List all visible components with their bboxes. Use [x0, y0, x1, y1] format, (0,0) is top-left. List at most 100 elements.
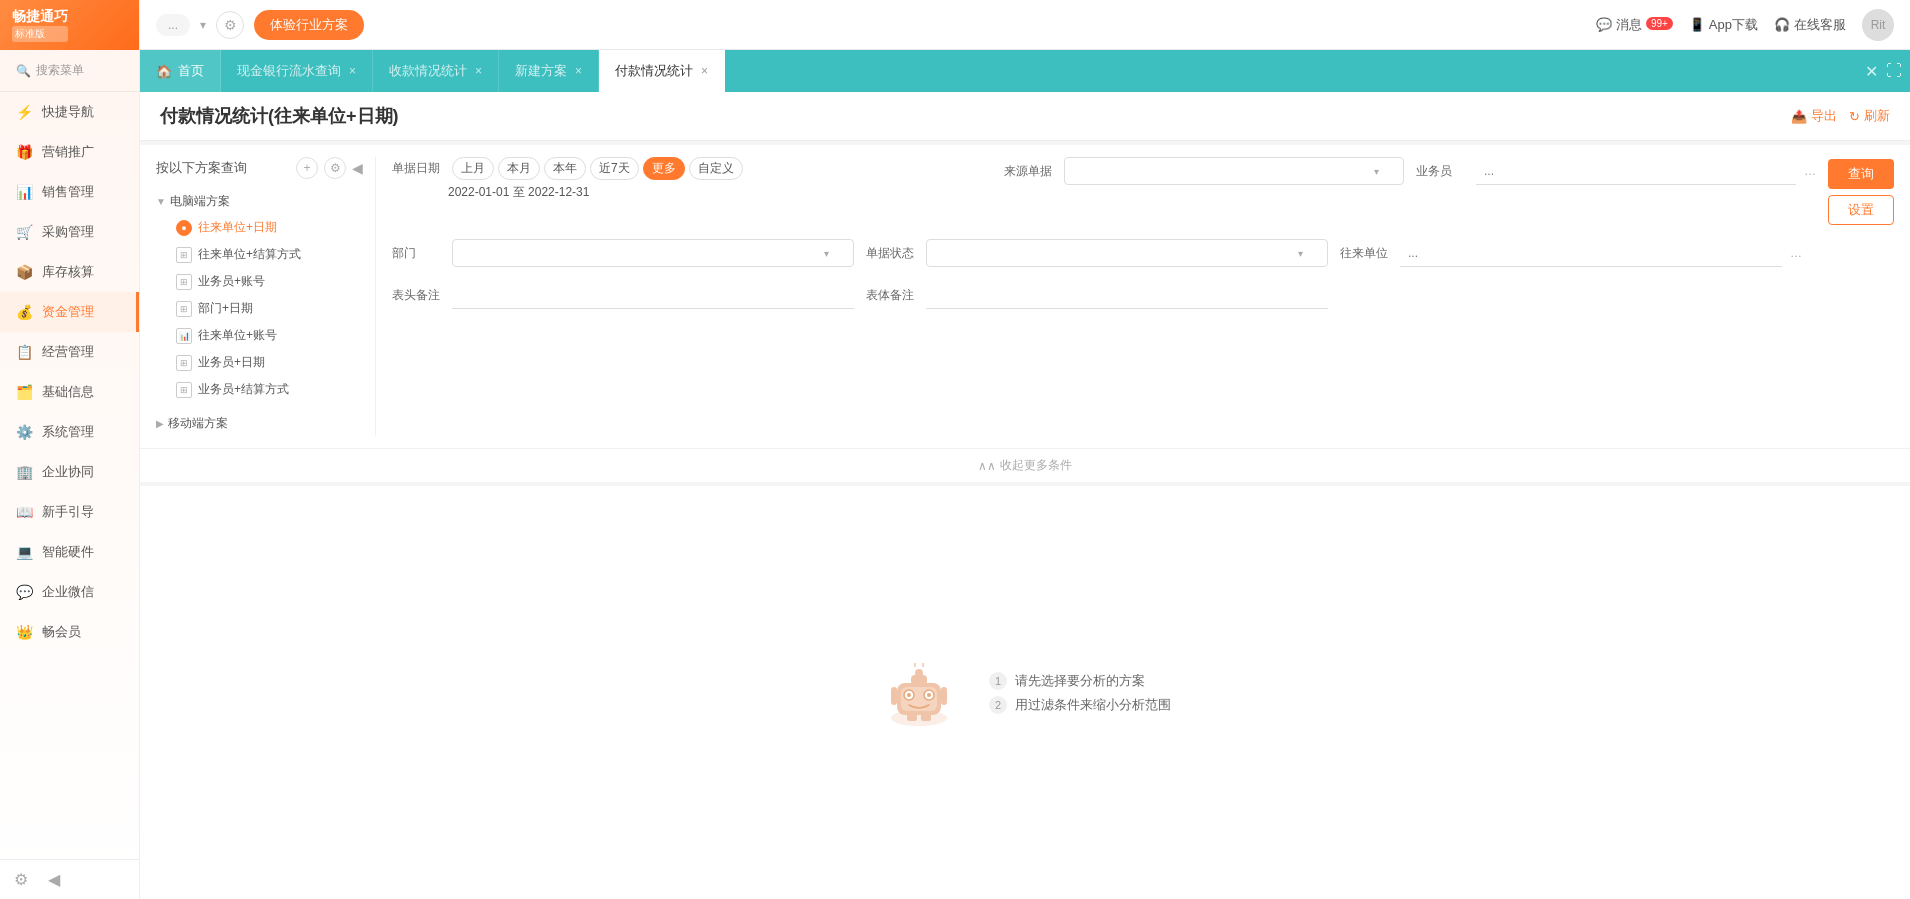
- sidebar-item-hardware[interactable]: 💻 智能硬件: [0, 532, 139, 572]
- scheme-staff-settle[interactable]: ⊞ 业务员+结算方式: [156, 376, 363, 403]
- sidebar-item-sales[interactable]: 📊 销售管理: [0, 172, 139, 212]
- staff-input[interactable]: [1476, 157, 1796, 185]
- sidebar-item-enterprise[interactable]: 🏢 企业协同: [0, 452, 139, 492]
- footer-collapse-btn[interactable]: ◀: [48, 870, 60, 889]
- tab-payment[interactable]: 付款情况统计 ×: [599, 50, 725, 92]
- header-note-input[interactable]: [452, 281, 854, 309]
- tab-new-close[interactable]: ×: [575, 64, 582, 78]
- scheme-partner-account[interactable]: 📊 往来单位+账号: [156, 322, 363, 349]
- query-btn[interactable]: 查询: [1828, 159, 1894, 189]
- sidebar-item-member[interactable]: 👑 畅会员: [0, 612, 139, 652]
- search-menu-btn[interactable]: 🔍 搜索菜单: [10, 58, 129, 83]
- sales-icon: 📊: [14, 182, 34, 202]
- basic-icon: 🗂️: [14, 382, 34, 402]
- scheme-partner-settle[interactable]: ⊞ 往来单位+结算方式: [156, 241, 363, 268]
- body-note-input[interactable]: [926, 281, 1328, 309]
- tab-receipt-close[interactable]: ×: [475, 64, 482, 78]
- refresh-icon: ↻: [1849, 109, 1860, 124]
- topbar: ... ▾ ⚙ 体验行业方案 💬 消息 99+ 📱 App下载 🎧 在线客服 R…: [140, 0, 1910, 50]
- desktop-group-header[interactable]: ▼ 电脑端方案: [156, 189, 363, 214]
- sidebar: 畅捷通巧 标准版 🔍 搜索菜单 ⚡ 快捷导航 🎁 营销推广 📊 销售管理 🛒 采…: [0, 0, 140, 899]
- sidebar-item-basic[interactable]: 🗂️ 基础信息: [0, 372, 139, 412]
- sidebar-item-quicknav[interactable]: ⚡ 快捷导航: [0, 92, 139, 132]
- scheme-staff-settle-icon: ⊞: [176, 382, 192, 398]
- sidebar-nav: ⚡ 快捷导航 🎁 营销推广 📊 销售管理 🛒 采购管理 📦 库存核算 💰 资金管…: [0, 92, 139, 859]
- sidebar-item-guide[interactable]: 📖 新手引导: [0, 492, 139, 532]
- message-btn[interactable]: 💬 消息 99+: [1596, 16, 1673, 34]
- doc-status-select[interactable]: ▾: [926, 239, 1328, 267]
- tab-home[interactable]: 🏠 首页: [140, 50, 221, 92]
- sidebar-collapse-btn[interactable]: ◀: [352, 160, 363, 176]
- sidebar-item-wechat[interactable]: 💬 企业微信: [0, 572, 139, 612]
- sidebar-item-operation-label: 经营管理: [42, 343, 94, 361]
- logo: 畅捷通巧 标准版: [12, 8, 68, 43]
- filter-settings-btn[interactable]: 设置: [1828, 195, 1894, 225]
- staff-more-icon[interactable]: …: [1804, 164, 1816, 178]
- sidebar-item-enterprise-label: 企业协同: [42, 463, 94, 481]
- message-icon: 💬: [1596, 17, 1612, 32]
- message-badge: 99+: [1646, 17, 1673, 30]
- partner-more-icon[interactable]: …: [1790, 246, 1802, 260]
- tab-home-label: 首页: [178, 62, 204, 80]
- mobile-scheme-group-header[interactable]: ▶ 移动端方案: [156, 411, 363, 436]
- date-more-btn[interactable]: 更多: [643, 157, 685, 180]
- dept-select[interactable]: ▾: [452, 239, 854, 267]
- scheme-partner-date[interactable]: ● 往来单位+日期: [156, 214, 363, 241]
- sidebar-item-guide-label: 新手引导: [42, 503, 94, 521]
- scheme-staff-account[interactable]: ⊞ 业务员+账号: [156, 268, 363, 295]
- scheme-partner-settle-label: 往来单位+结算方式: [198, 246, 301, 263]
- date-custom-btn[interactable]: 自定义: [689, 157, 743, 180]
- collapse-bar[interactable]: ∧∧ 收起更多条件: [140, 448, 1910, 482]
- tab-bank-close[interactable]: ×: [349, 64, 356, 78]
- scheme-partner-date-icon: ●: [176, 220, 192, 236]
- body-note-label: 表体备注: [866, 287, 918, 304]
- partner-input[interactable]: [1400, 239, 1782, 267]
- source-select[interactable]: ▾: [1064, 157, 1404, 185]
- source-label: 来源单据: [1004, 163, 1056, 180]
- tab-payment-close[interactable]: ×: [701, 64, 708, 78]
- member-icon: 👑: [14, 622, 34, 642]
- mobile-group-label: 移动端方案: [168, 415, 228, 432]
- sidebar-item-capital[interactable]: 💰 资金管理: [0, 292, 139, 332]
- scheme-partner-settle-icon: ⊞: [176, 247, 192, 263]
- filter-panel: 按以下方案查询 + ⚙ ◀ ▼ 电脑端方案 ●: [140, 145, 1910, 482]
- hint-1-num: 1: [989, 672, 1007, 690]
- app-icon: 📱: [1689, 17, 1705, 32]
- footer-settings-btn[interactable]: ⚙: [14, 870, 28, 889]
- add-scheme-btn[interactable]: +: [296, 157, 318, 179]
- empty-hint-1: 1 请先选择要分析的方案: [989, 672, 1171, 690]
- date-this-year-btn[interactable]: 本年: [544, 157, 586, 180]
- app-download-btn[interactable]: 📱 App下载: [1689, 16, 1758, 34]
- date-last-7-btn[interactable]: 近7天: [590, 157, 639, 180]
- wechat-icon: 💬: [14, 582, 34, 602]
- refresh-btn[interactable]: ↻ 刷新: [1849, 107, 1890, 125]
- scheme-dept-date[interactable]: ⊞ 部门+日期: [156, 295, 363, 322]
- marketing-icon: 🎁: [14, 142, 34, 162]
- tab-new[interactable]: 新建方案 ×: [499, 50, 599, 92]
- dept-chevron-icon: ▾: [824, 248, 829, 259]
- scheme-staff-date[interactable]: ⊞ 业务员+日期: [156, 349, 363, 376]
- tab-bank[interactable]: 现金银行流水查询 ×: [221, 50, 373, 92]
- sidebar-search-area[interactable]: 🔍 搜索菜单: [0, 50, 139, 92]
- sidebar-item-inventory[interactable]: 📦 库存核算: [0, 252, 139, 292]
- tab-payment-label: 付款情况统计: [615, 62, 693, 80]
- service-icon: 🎧: [1774, 17, 1790, 32]
- tab-close-btn[interactable]: ✕: [1865, 62, 1878, 81]
- sidebar-item-purchase-label: 采购管理: [42, 223, 94, 241]
- tab-expand-btn[interactable]: ⛶: [1886, 62, 1902, 80]
- doc-status-label: 单据状态: [866, 245, 918, 262]
- date-this-month-btn[interactable]: 本月: [498, 157, 540, 180]
- sidebar-item-system[interactable]: ⚙️ 系统管理: [0, 412, 139, 452]
- customer-service-btn[interactable]: 🎧 在线客服: [1774, 16, 1846, 34]
- sidebar-item-operation[interactable]: 📋 经营管理: [0, 332, 139, 372]
- sidebar-item-marketing[interactable]: 🎁 营销推广: [0, 132, 139, 172]
- topbar-settings-btn[interactable]: ⚙: [216, 11, 244, 39]
- scheme-settings-btn[interactable]: ⚙: [324, 157, 346, 179]
- sidebar-item-purchase[interactable]: 🛒 采购管理: [0, 212, 139, 252]
- user-avatar[interactable]: Rit: [1862, 9, 1894, 41]
- export-btn[interactable]: 📤 导出: [1791, 107, 1837, 125]
- date-last-month-btn[interactable]: 上月: [452, 157, 494, 180]
- trial-btn[interactable]: 体验行业方案: [254, 10, 364, 40]
- filter-action-buttons: 查询 设置: [1828, 159, 1894, 225]
- tab-receipt[interactable]: 收款情况统计 ×: [373, 50, 499, 92]
